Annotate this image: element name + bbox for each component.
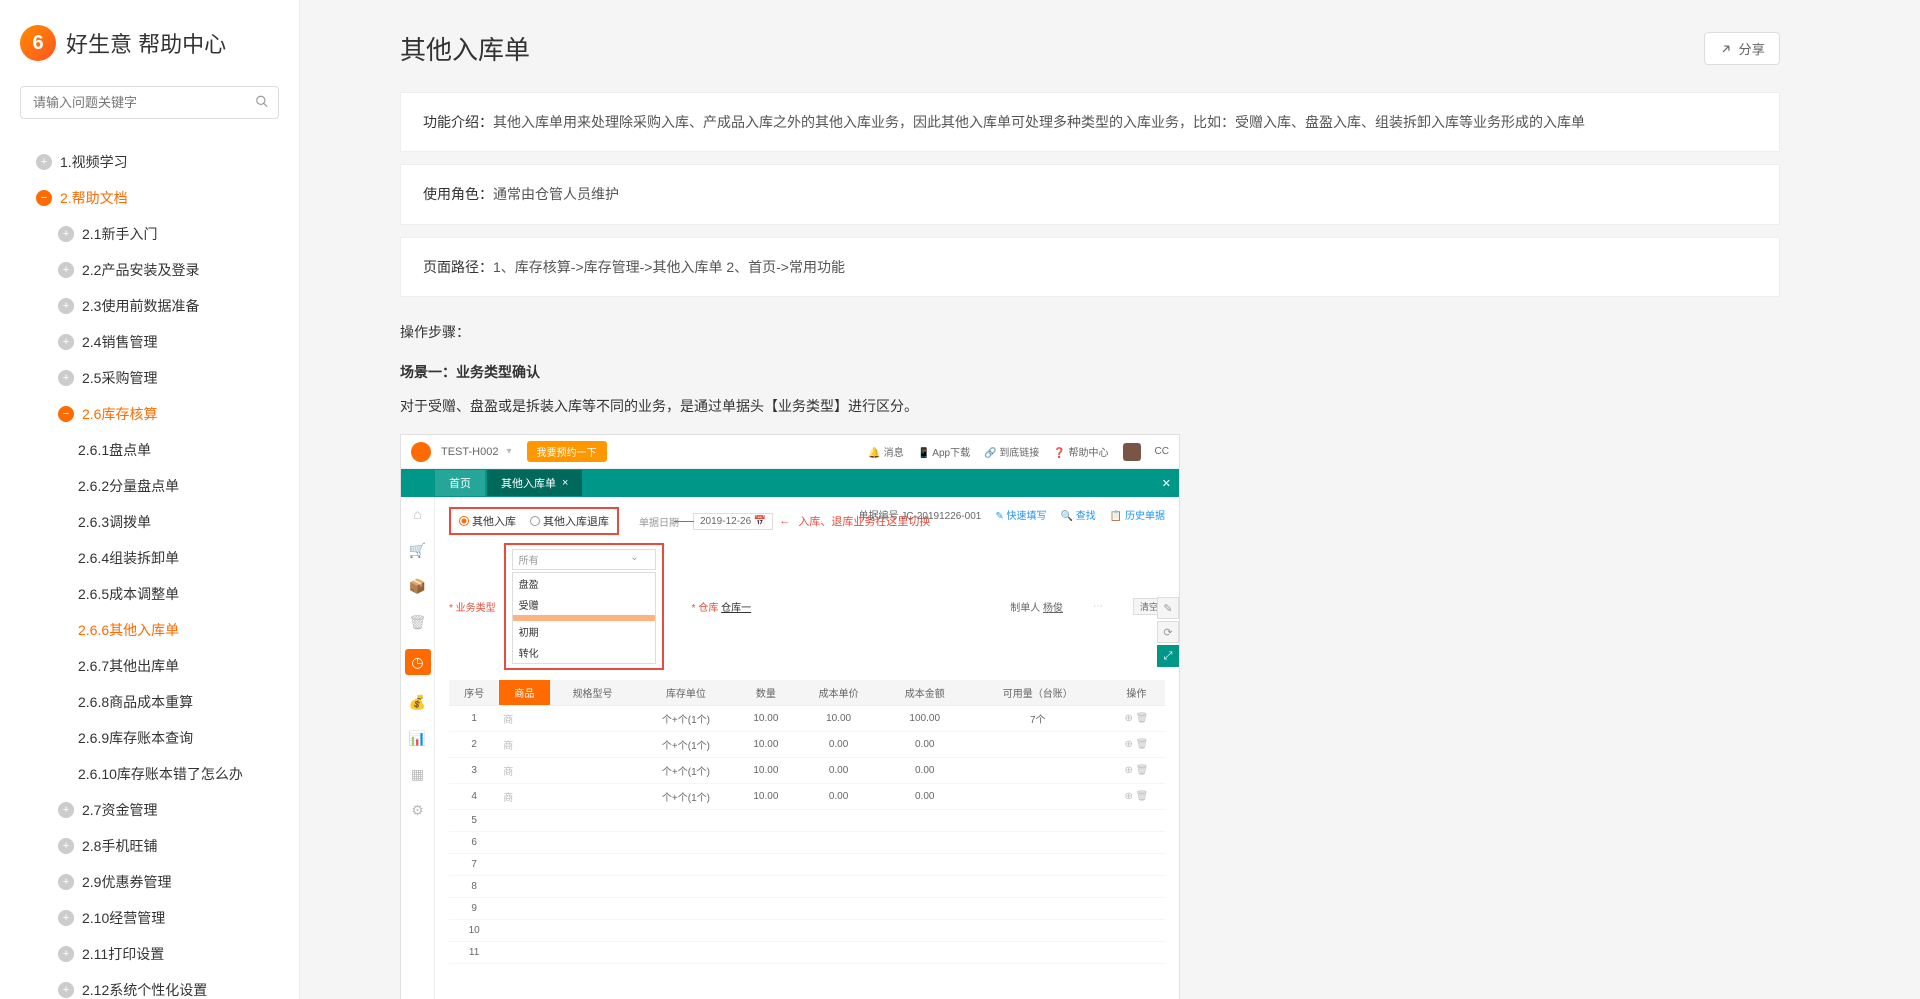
page-title: 其他入库单 (400, 30, 530, 67)
nav-item[interactable]: +2.11打印设置 (20, 936, 279, 972)
logo: 6 好生意 帮助中心 (20, 25, 279, 61)
search-icon[interactable] (255, 94, 269, 111)
nav-item[interactable]: 2.6.3调拨单 (20, 504, 279, 540)
expand-icon: + (58, 874, 74, 890)
ss-table: 序号商品规格型号库存单位数量成本单价成本金额可用量（台账）操作 1商个+个(1个… (449, 680, 1165, 964)
role-box: 使用角色：通常由仓管人员维护 (400, 164, 1780, 224)
chart-icon: 📊 (409, 729, 427, 747)
trash-icon: 🗑 (409, 613, 427, 631)
ss-radio-group: 其他入库 其他入库退库 (449, 507, 619, 535)
logo-text: 好生意 帮助中心 (66, 27, 226, 59)
expand-icon: + (58, 226, 74, 242)
steps-label: 操作步骤： (400, 322, 1780, 342)
ss-side-tools: ✎ ⟳ ⤢ (1157, 597, 1179, 667)
expand-icon: + (58, 334, 74, 350)
embedded-screenshot: TEST-H002 ▾ 我要预约一下 🔔 消息 📱 App下载 🔗 到底链接 ❓… (400, 434, 1180, 999)
home-icon: ⌂ (409, 505, 427, 523)
box-icon: 📦 (409, 577, 427, 595)
sidebar: 6 好生意 帮助中心 +1.视频学习−2.帮助文档+2.1新手入门+2.2产品安… (0, 0, 300, 999)
nav-item[interactable]: +2.7资金管理 (20, 792, 279, 828)
grid-icon: ▦ (409, 765, 427, 783)
nav-item[interactable]: +2.3使用前数据准备 (20, 288, 279, 324)
scene1-text: 对于受赠、盘盈或是拆装入库等不同的业务，是通过单据头【业务类型】进行区分。 (400, 394, 1780, 419)
nav-item[interactable]: 2.6.8商品成本重算 (20, 684, 279, 720)
cart-icon: 🛒 (409, 541, 427, 559)
collapse-icon: − (36, 190, 52, 206)
ss-tab-doc: 其他入库单 × (487, 470, 582, 496)
expand-icon: + (58, 838, 74, 854)
nav-item[interactable]: +2.10经营管理 (20, 900, 279, 936)
collapse-icon: − (58, 406, 74, 422)
nav-item[interactable]: +2.1新手入门 (20, 216, 279, 252)
ss-top-icons: 🔔 消息 📱 App下载 🔗 到底链接 ❓ 帮助中心 CC (868, 443, 1169, 461)
wallet-icon: 💰 (409, 693, 427, 711)
nav-tree: +1.视频学习−2.帮助文档+2.1新手入门+2.2产品安装及登录+2.3使用前… (20, 144, 279, 999)
expand-icon: + (58, 910, 74, 926)
ss-logo-icon (411, 442, 431, 462)
expand-icon: + (58, 262, 74, 278)
nav-item[interactable]: 2.6.5成本调整单 (20, 576, 279, 612)
logo-icon: 6 (20, 25, 56, 61)
nav-item[interactable]: +2.5采购管理 (20, 360, 279, 396)
ss-tab-home: 首页 (435, 470, 485, 496)
nav-item[interactable]: +2.8手机旺铺 (20, 828, 279, 864)
nav-item[interactable]: −2.6库存核算 (20, 396, 279, 432)
nav-item[interactable]: 2.6.6其他入库单 (20, 612, 279, 648)
nav-item[interactable]: +2.12系统个性化设置 (20, 972, 279, 999)
nav-item[interactable]: −2.帮助文档 (20, 180, 279, 216)
nav-item[interactable]: 2.6.1盘点单 (20, 432, 279, 468)
nav-item[interactable]: +2.9优惠券管理 (20, 864, 279, 900)
share-button[interactable]: 分享 (1704, 32, 1780, 65)
expand-icon: + (58, 370, 74, 386)
main-content: 其他入库单 分享 功能介绍：其他入库单用来处理除采购入库、产成品入库之外的其他入… (300, 0, 1920, 999)
gear-icon: ⚙ (409, 801, 427, 819)
search-input[interactable] (20, 86, 279, 119)
ss-promo-button: 我要预约一下 (527, 441, 607, 462)
nav-item[interactable]: 2.6.7其他出库单 (20, 648, 279, 684)
nav-item[interactable]: +2.4销售管理 (20, 324, 279, 360)
expand-icon: + (58, 946, 74, 962)
path-box: 页面路径：1、库存核算->库存管理->其他入库单 2、首页->常用功能 (400, 237, 1780, 297)
nav-item[interactable]: +2.2产品安装及登录 (20, 252, 279, 288)
nav-item[interactable]: 2.6.9库存账本查询 (20, 720, 279, 756)
search-box (20, 86, 279, 119)
ss-biz-dropdown: 所有⌄ 盘盈受赠初期转化 (504, 543, 664, 670)
clock-icon: ◷ (405, 649, 431, 675)
scene1-title: 场景一：业务类型确认 (400, 362, 1780, 382)
intro-box: 功能介绍：其他入库单用来处理除采购入库、产成品入库之外的其他入库业务，因此其他入… (400, 92, 1780, 152)
nav-item[interactable]: 2.6.10库存账本错了怎么办 (20, 756, 279, 792)
expand-icon: + (58, 982, 74, 998)
nav-item[interactable]: 2.6.4组装拆卸单 (20, 540, 279, 576)
nav-item[interactable]: 2.6.2分量盘点单 (20, 468, 279, 504)
ss-leftbar: ⌂ 🛒 📦 🗑 ◷ 💰 📊 ▦ ⚙ (401, 497, 435, 999)
expand-icon: + (58, 802, 74, 818)
expand-icon: + (36, 154, 52, 170)
nav-item[interactable]: +1.视频学习 (20, 144, 279, 180)
expand-icon: + (58, 298, 74, 314)
